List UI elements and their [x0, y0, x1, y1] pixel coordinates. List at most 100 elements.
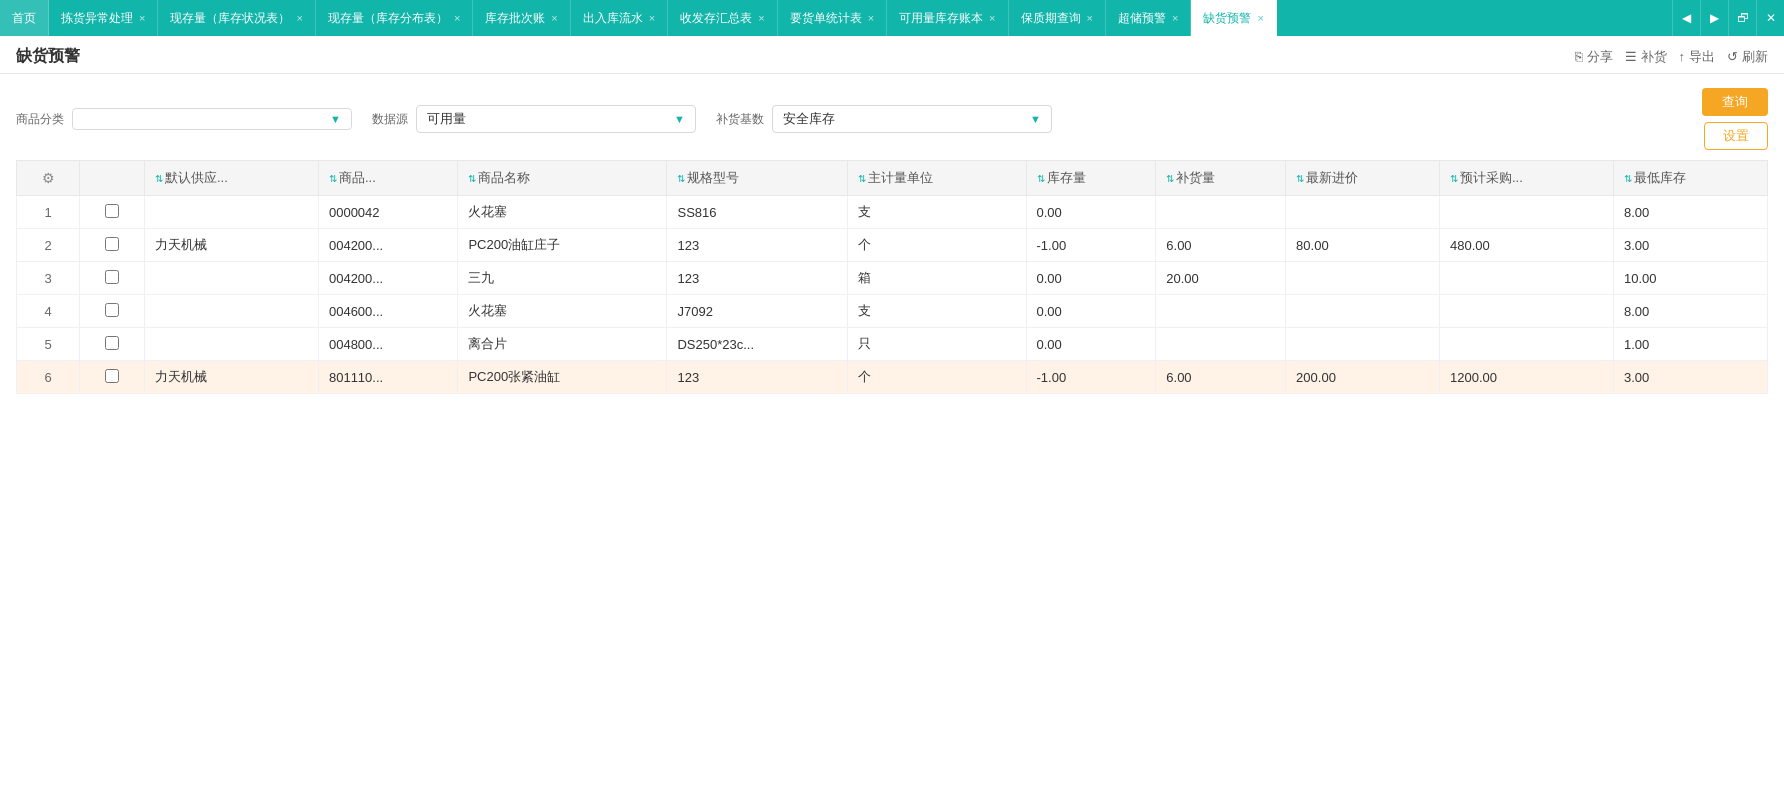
nav-tab-5[interactable]: 出入库流水 × — [571, 0, 668, 36]
cell-min_stock-2: 10.00 — [1614, 262, 1768, 295]
cell-product_code-5: 801110... — [318, 361, 457, 394]
tab-close-icon-1[interactable]: × — [139, 12, 145, 24]
export-button[interactable]: ↑ 导出 — [1679, 48, 1716, 66]
cell-product_code-2: 004200... — [318, 262, 457, 295]
replenish-button[interactable]: ☰ 补货 — [1625, 48, 1667, 66]
row-checkbox-3[interactable] — [105, 303, 119, 317]
cell-replenish-2: 20.00 — [1156, 262, 1286, 295]
col-header-replenish[interactable]: ⇅补货量 — [1156, 161, 1286, 196]
header-actions: ⎘ 分享 ☰ 补货 ↑ 导出 ↺ 刷新 — [1575, 48, 1769, 66]
col-header-product_name[interactable]: ⇅商品名称 — [458, 161, 667, 196]
cell-unit-5: 个 — [848, 361, 1026, 394]
category-select[interactable]: ▼ — [72, 108, 352, 130]
nav-tab-7[interactable]: 要货单统计表 × — [778, 0, 887, 36]
cell-replenish-1: 6.00 — [1156, 229, 1286, 262]
nav-tab-0[interactable]: 首页 — [0, 0, 49, 36]
nav-prev-button[interactable]: ◀ — [1672, 0, 1700, 36]
col-header-estimated_purchase[interactable]: ⇅预计采购... — [1440, 161, 1614, 196]
cell-min_stock-0: 8.00 — [1614, 196, 1768, 229]
row-checkbox-5[interactable] — [105, 369, 119, 383]
sort-icon-spec: ⇅ — [677, 173, 685, 184]
col-header-default_supplier[interactable]: ⇅默认供应... — [144, 161, 318, 196]
row-checkbox-4[interactable] — [105, 336, 119, 350]
cell-replenish-5: 6.00 — [1156, 361, 1286, 394]
cell-estimated_purchase-5: 1200.00 — [1440, 361, 1614, 394]
cell-latest_price-0 — [1286, 196, 1440, 229]
share-button[interactable]: ⎘ 分享 — [1575, 48, 1613, 66]
top-navigation: 首页拣货异常处理 ×现存量（库存状况表） ×现存量（库存分布表） ×库存批次账 … — [0, 0, 1784, 36]
page-header: 缺货预警 ⎘ 分享 ☰ 补货 ↑ 导出 ↺ 刷新 — [0, 36, 1784, 74]
nav-tab-9[interactable]: 保质期查询 × — [1009, 0, 1106, 36]
data-table: ⚙⇅默认供应...⇅商品...⇅商品名称⇅规格型号⇅主计量单位⇅库存量⇅补货量⇅… — [16, 160, 1768, 394]
datasource-filter-group: 数据源 可用量 ▼ — [372, 105, 696, 133]
tab-close-icon-6[interactable]: × — [758, 12, 764, 24]
nav-close-button[interactable]: ✕ — [1756, 0, 1784, 36]
page-container: 缺货预警 ⎘ 分享 ☰ 补货 ↑ 导出 ↺ 刷新 商品分类 — [0, 36, 1784, 796]
row-checkbox-cell-5 — [80, 361, 145, 394]
nav-tab-8[interactable]: 可用量库存账本 × — [887, 0, 1008, 36]
row-checkbox-1[interactable] — [105, 237, 119, 251]
row-checkbox-0[interactable] — [105, 204, 119, 218]
tab-close-icon-4[interactable]: × — [551, 12, 557, 24]
cell-estimated_purchase-1: 480.00 — [1440, 229, 1614, 262]
tab-close-icon-5[interactable]: × — [649, 12, 655, 24]
cell-product_name-4: 离合片 — [458, 328, 667, 361]
row-checkbox-cell-2 — [80, 262, 145, 295]
page-title: 缺货预警 — [16, 46, 1575, 67]
col-header-stock[interactable]: ⇅库存量 — [1026, 161, 1156, 196]
col-header-latest_price[interactable]: ⇅最新进价 — [1286, 161, 1440, 196]
row-checkbox-cell-3 — [80, 295, 145, 328]
nav-next-button[interactable]: ▶ — [1700, 0, 1728, 36]
export-label: 导出 — [1689, 48, 1715, 66]
cell-spec-0: SS816 — [667, 196, 848, 229]
col-header-checkbox — [80, 161, 145, 196]
row-number-0: 1 — [17, 196, 80, 229]
col-header-min_stock[interactable]: ⇅最低库存 — [1614, 161, 1768, 196]
nav-tab-3[interactable]: 现存量（库存分布表） × — [316, 0, 473, 36]
table-row: 5004800...离合片DS250*23c...只0.001.00 — [17, 328, 1768, 361]
cell-unit-4: 只 — [848, 328, 1026, 361]
cell-default_supplier-4 — [144, 328, 318, 361]
col-header-spec[interactable]: ⇅规格型号 — [667, 161, 848, 196]
replenish-base-select[interactable]: 安全库存 ▼ — [772, 105, 1052, 133]
cell-product_name-5: PC200张紧油缸 — [458, 361, 667, 394]
tab-close-icon-3[interactable]: × — [454, 12, 460, 24]
row-checkbox-2[interactable] — [105, 270, 119, 284]
col-header-unit[interactable]: ⇅主计量单位 — [848, 161, 1026, 196]
cell-estimated_purchase-4 — [1440, 328, 1614, 361]
tab-close-icon-11[interactable]: × — [1257, 12, 1263, 24]
cell-product_name-2: 三九 — [458, 262, 667, 295]
cell-spec-5: 123 — [667, 361, 848, 394]
settings-button[interactable]: 设置 — [1704, 122, 1768, 150]
col-header-product_code[interactable]: ⇅商品... — [318, 161, 457, 196]
sort-icon-unit: ⇅ — [858, 173, 866, 184]
table-row: 4004600...火花塞J7092支0.008.00 — [17, 295, 1768, 328]
tab-close-icon-9[interactable]: × — [1087, 12, 1093, 24]
cell-min_stock-1: 3.00 — [1614, 229, 1768, 262]
cell-default_supplier-3 — [144, 295, 318, 328]
cell-stock-0: 0.00 — [1026, 196, 1156, 229]
refresh-button[interactable]: ↺ 刷新 — [1727, 48, 1768, 66]
nav-tab-6[interactable]: 收发存汇总表 × — [668, 0, 777, 36]
tab-close-icon-2[interactable]: × — [296, 12, 302, 24]
tab-close-icon-10[interactable]: × — [1172, 12, 1178, 24]
gear-settings-icon[interactable]: ⚙ — [27, 170, 69, 186]
nav-tab-1[interactable]: 拣货异常处理 × — [49, 0, 158, 36]
cell-product_name-1: PC200油缸庄子 — [458, 229, 667, 262]
cell-default_supplier-0 — [144, 196, 318, 229]
nav-tab-10[interactable]: 超储预警 × — [1106, 0, 1191, 36]
datasource-select[interactable]: 可用量 ▼ — [416, 105, 696, 133]
nav-tab-2[interactable]: 现存量（库存状况表） × — [158, 0, 315, 36]
tab-close-icon-8[interactable]: × — [989, 12, 995, 24]
sort-icon-replenish: ⇅ — [1166, 173, 1174, 184]
nav-restore-button[interactable]: 🗗 — [1728, 0, 1756, 36]
cell-product_code-4: 004800... — [318, 328, 457, 361]
cell-unit-2: 箱 — [848, 262, 1026, 295]
nav-tab-4[interactable]: 库存批次账 × — [473, 0, 570, 36]
row-number-1: 2 — [17, 229, 80, 262]
tab-close-icon-7[interactable]: × — [868, 12, 874, 24]
nav-arrows: ◀ ▶ 🗗 ✕ — [1672, 0, 1784, 36]
nav-tab-11[interactable]: 缺货预警 × — [1191, 0, 1276, 36]
query-button[interactable]: 查询 — [1702, 88, 1768, 116]
datasource-value: 可用量 — [427, 110, 466, 128]
